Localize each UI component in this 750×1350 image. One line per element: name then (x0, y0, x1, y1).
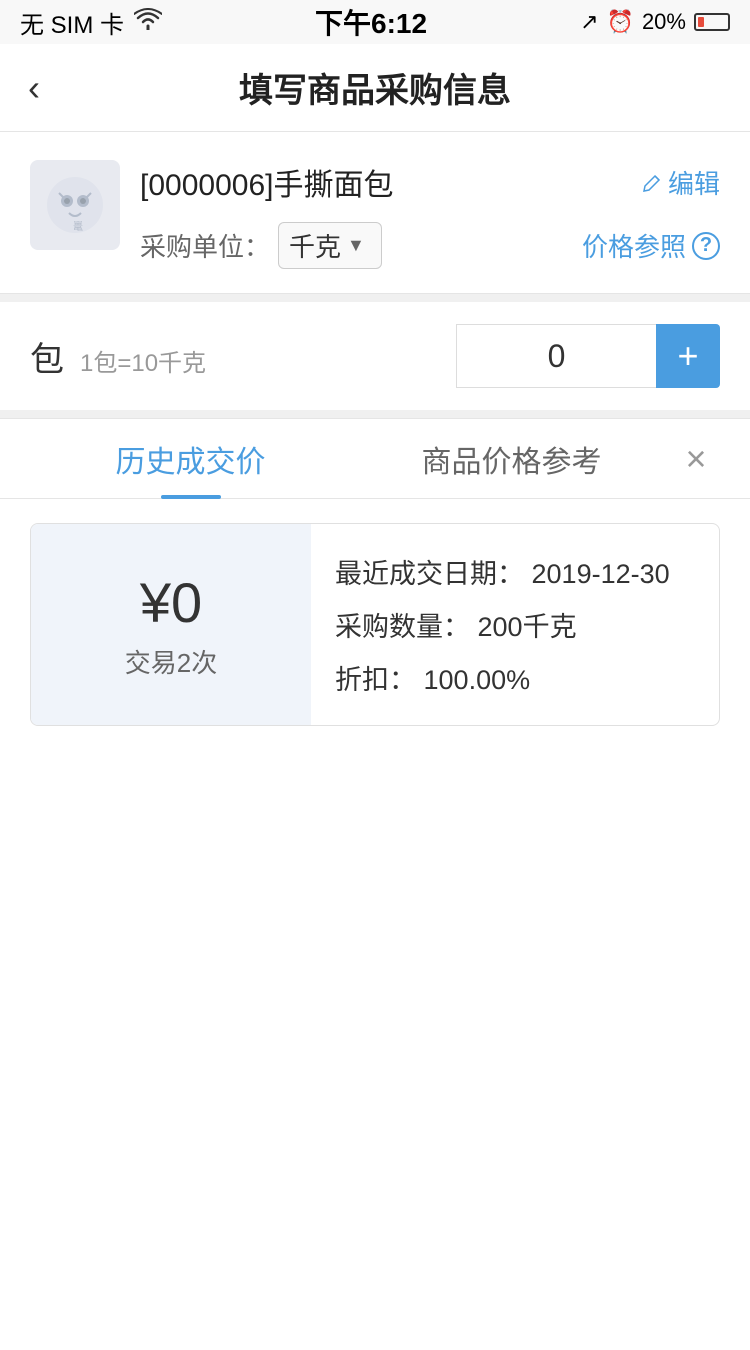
price-amount: ¥0 (140, 570, 202, 635)
tabs-group: 历史成交价 商品价格参考 (30, 419, 672, 499)
chevron-down-icon: ▼ (347, 235, 365, 256)
recent-date-value: 2019-12-30 (532, 559, 670, 589)
quantity-conversion: 1包=10千克 (80, 343, 206, 378)
quantity-value: 200千克 (478, 612, 577, 642)
tab-history-price[interactable]: 历史成交价 (30, 419, 351, 499)
discount-row: 折扣： 100.00% (335, 658, 695, 697)
back-button[interactable]: ‹ (28, 67, 40, 109)
history-content: ¥0 交易2次 最近成交日期： 2019-12-30 采购数量： 200千克 折… (0, 499, 750, 750)
remaining-background (0, 750, 750, 1350)
quantity-label: 采购数量： (335, 612, 470, 642)
carrier-text: 无 SIM 卡 (20, 5, 124, 40)
help-icon: ? (692, 232, 720, 260)
product-image: 鼍 (30, 160, 120, 250)
quantity-row-detail: 采购数量： 200千克 (335, 605, 695, 644)
battery-percent: 20% (642, 9, 686, 35)
wifi-icon (134, 8, 162, 37)
product-info: [0000006]手撕面包 编辑 采购单位： 千克 ▼ (140, 160, 720, 269)
time-display: 下午6:12 (315, 2, 427, 42)
section-divider (0, 294, 750, 302)
status-left: 无 SIM 卡 (20, 5, 162, 40)
discount-label: 折扣： (335, 665, 416, 695)
quantity-input-group: 0 + (456, 324, 720, 388)
price-card: ¥0 交易2次 最近成交日期： 2019-12-30 采购数量： 200千克 折… (30, 523, 720, 726)
svg-text:鼍: 鼍 (73, 221, 83, 233)
quantity-unit: 包 (30, 332, 64, 381)
price-card-right: 最近成交日期： 2019-12-30 采购数量： 200千克 折扣： 100.0… (311, 524, 719, 725)
unit-select[interactable]: 千克 ▼ (278, 222, 382, 269)
header: ‹ 填写商品采购信息 (0, 44, 750, 132)
battery-icon (694, 13, 730, 31)
quantity-input[interactable]: 0 (456, 324, 656, 388)
tabs-row: 历史成交价 商品价格参考 × (0, 419, 750, 499)
quantity-row: 包 1包=10千克 0 + (0, 302, 750, 410)
bottom-panel: 历史成交价 商品价格参考 × ¥0 交易2次 最近成交日期： 2019-12-3… (0, 418, 750, 750)
recent-date-row: 最近成交日期： 2019-12-30 (335, 552, 695, 591)
quantity-plus-button[interactable]: + (656, 324, 720, 388)
discount-value: 100.00% (424, 665, 531, 695)
product-name: [0000006]手撕面包 (140, 160, 393, 204)
recent-date-label: 最近成交日期： (335, 559, 524, 589)
page-title: 填写商品采购信息 (239, 63, 511, 112)
panel-divider (0, 410, 750, 418)
tab-product-price-ref[interactable]: 商品价格参考 (351, 419, 672, 499)
price-times: 交易2次 (125, 643, 217, 680)
alarm-icon: ⏰ (607, 9, 634, 35)
unit-label: 采购单位： (140, 227, 270, 264)
price-card-left: ¥0 交易2次 (31, 524, 311, 725)
product-card: 鼍 [0000006]手撕面包 编辑 采购单位： 千克 (0, 132, 750, 294)
close-button[interactable]: × (672, 435, 720, 483)
status-right: ↗ ⏰ 20% (580, 9, 730, 35)
edit-button[interactable]: 编辑 (642, 164, 720, 201)
tab-underline (161, 495, 221, 499)
price-ref-button[interactable]: 价格参照 ? (582, 227, 720, 264)
location-icon: ↗ (580, 9, 598, 35)
status-bar: 无 SIM 卡 下午6:12 ↗ ⏰ 20% (0, 0, 750, 44)
